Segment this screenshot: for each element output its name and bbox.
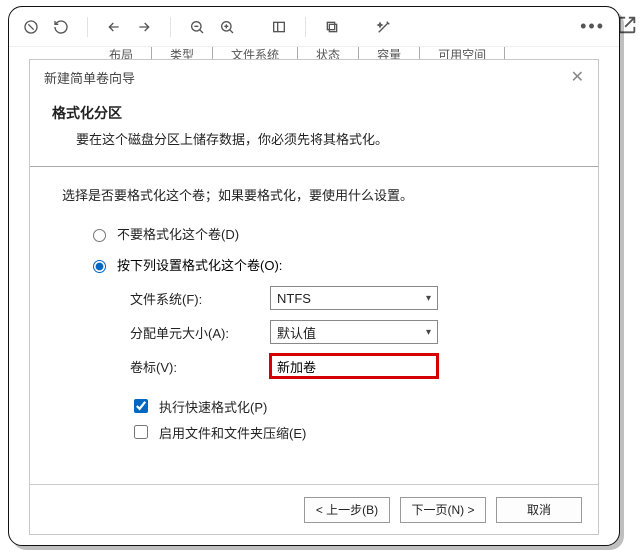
cancel-button[interactable]: 取消 <box>496 497 582 523</box>
dialog-heading-desc: 要在这个磁盘分区上储存数据，你必须先将其格式化。 <box>76 129 576 148</box>
radio-do-format-label: 按下列设置格式化这个卷(O): <box>117 255 282 274</box>
app-window: ••• 布局 类型 文件系统 状态 容量 可用空间 新建简单卷向导 ✕ 格式化分… <box>8 6 620 546</box>
close-icon[interactable]: ✕ <box>571 72 584 84</box>
magic-icon[interactable] <box>372 15 396 39</box>
dialog-hint: 选择是否要格式化这个卷；如果要格式化，要使用什么设置。 <box>62 185 566 204</box>
nav-back-icon[interactable] <box>102 15 126 39</box>
dialog-title: 新建简单卷向导 <box>44 68 135 87</box>
compress-input[interactable] <box>134 425 148 439</box>
compress-label: 启用文件和文件夹压缩(E) <box>159 423 306 442</box>
new-simple-volume-wizard-dialog: 新建简单卷向导 ✕ 格式化分区 要在这个磁盘分区上储存数据，你必须先将其格式化。… <box>29 59 599 535</box>
copy-icon[interactable] <box>320 15 344 39</box>
app-toolbar: ••• <box>9 7 619 47</box>
dialog-footer: < 上一步(B) 下一页(N) > 取消 <box>30 484 598 534</box>
quick-format-checkbox[interactable]: 执行快速格式化(P) <box>130 396 566 416</box>
more-icon[interactable]: ••• <box>576 16 609 37</box>
back-button-label: < 上一步(B) <box>316 501 378 518</box>
radio-no-format-label: 不要格式化这个卷(D) <box>117 224 239 243</box>
zoom-in-icon[interactable] <box>215 15 239 39</box>
zoom-out-icon[interactable] <box>185 15 209 39</box>
radio-no-format[interactable]: 不要格式化这个卷(D) <box>88 224 566 243</box>
filesystem-value: NTFS <box>277 291 311 306</box>
next-button-label: 下一页(N) > <box>411 501 474 518</box>
radio-do-format-input[interactable] <box>93 260 106 273</box>
filesystem-label: 文件系统(F): <box>130 289 270 308</box>
chevron-down-icon: ▾ <box>426 327 431 338</box>
volume-label-label: 卷标(V): <box>130 357 270 376</box>
next-button[interactable]: 下一页(N) > <box>400 497 486 523</box>
dialog-heading: 格式化分区 <box>52 103 576 123</box>
chevron-down-icon: ▾ <box>426 293 431 304</box>
alloc-select[interactable]: 默认值 ▾ <box>270 320 438 344</box>
cancel-button-label: 取消 <box>527 501 551 518</box>
refresh-icon[interactable] <box>49 15 73 39</box>
nav-forward-icon[interactable] <box>132 15 156 39</box>
stop-icon[interactable] <box>19 15 43 39</box>
quick-format-label: 执行快速格式化(P) <box>159 397 267 416</box>
alloc-label: 分配单元大小(A): <box>130 323 270 342</box>
filesystem-select[interactable]: NTFS ▾ <box>270 286 438 310</box>
alloc-value: 默认值 <box>277 323 316 342</box>
quick-format-input[interactable] <box>134 399 148 413</box>
compress-checkbox[interactable]: 启用文件和文件夹压缩(E) <box>130 422 566 442</box>
layout-icon[interactable] <box>267 15 291 39</box>
back-button[interactable]: < 上一步(B) <box>304 497 390 523</box>
volume-label-input[interactable] <box>270 354 438 378</box>
radio-no-format-input[interactable] <box>93 229 106 242</box>
radio-do-format[interactable]: 按下列设置格式化这个卷(O): <box>88 255 566 274</box>
